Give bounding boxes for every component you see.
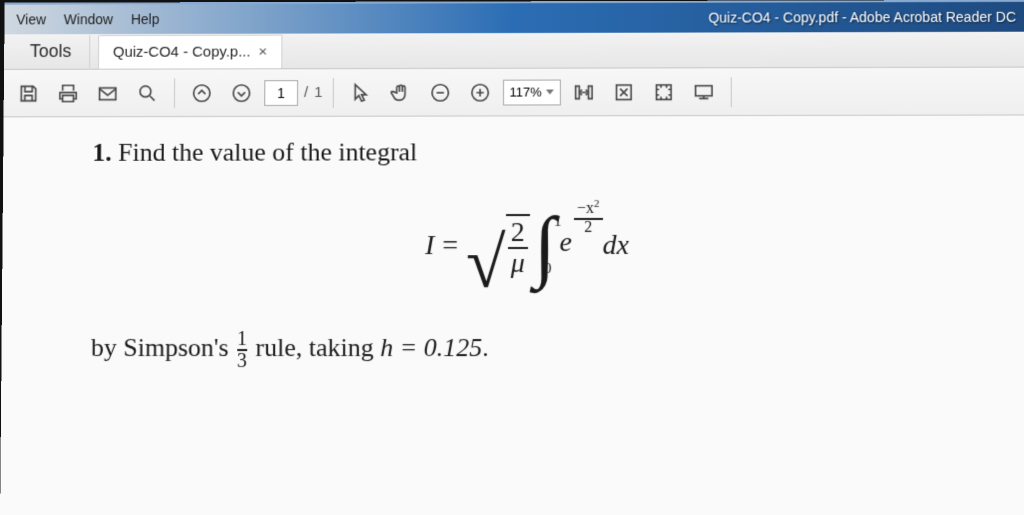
page-number-box: / 1 [264, 80, 322, 106]
page-current-input[interactable] [264, 80, 298, 106]
menu-help[interactable]: Help [131, 11, 160, 27]
sqrt-fraction: 2 μ [508, 218, 528, 279]
toolbar: / 1 117% [4, 68, 1024, 118]
separator [332, 78, 333, 108]
zoom-value: 117% [510, 85, 542, 100]
fullscreen-icon[interactable] [647, 75, 681, 109]
question-line: 1. Find the value of the integral [92, 132, 965, 172]
tab-tools[interactable]: Tools [12, 35, 90, 68]
chevron-down-icon [546, 90, 554, 95]
integral-sign: 1 ∫ 0 [534, 216, 556, 276]
page-total: 1 [314, 84, 322, 101]
eq-lhs: I [425, 230, 434, 262]
question-text: Find the value of the integral [118, 137, 417, 166]
question-number: 1. [92, 138, 112, 167]
separator [174, 78, 175, 108]
tab-file[interactable]: Quiz-CO4 - Copy.p... × [98, 34, 282, 68]
exponent-fraction: −x2 2 [574, 199, 603, 237]
email-icon[interactable] [91, 76, 125, 110]
zoom-out-icon[interactable] [423, 75, 457, 109]
title-bar: View Window Help Quiz-CO4 - Copy.pdf - A… [4, 0, 1024, 34]
followup-line: by Simpson's 1 3 rule, taking h = 0.125. [91, 327, 967, 371]
arrow-cursor-icon[interactable] [343, 75, 377, 109]
read-mode-icon[interactable] [686, 75, 720, 109]
fit-page-icon[interactable] [607, 75, 641, 109]
separator [731, 77, 732, 107]
exponential-term: e −x2 2 [560, 227, 603, 265]
window-title: Quiz-CO4 - Copy.pdf - Adobe Acrobat Read… [708, 9, 1024, 26]
search-icon[interactable] [130, 76, 164, 110]
menu-window[interactable]: Window [64, 11, 113, 27]
print-icon[interactable] [51, 76, 85, 110]
tab-file-label: Quiz-CO4 - Copy.p... [113, 43, 251, 60]
tab-row: Tools Quiz-CO4 - Copy.p... × [4, 32, 1024, 70]
sqrt-wrap: √ 2 μ [466, 214, 530, 279]
page-down-icon[interactable] [225, 76, 259, 110]
menu-view[interactable]: View [16, 12, 46, 28]
hand-tool-icon[interactable] [383, 75, 417, 109]
fit-width-icon[interactable] [567, 75, 601, 109]
zoom-in-icon[interactable] [463, 75, 497, 109]
tab-close-icon[interactable]: × [258, 43, 267, 60]
integral-equation: I = √ 2 μ 1 ∫ 0 e [91, 191, 966, 302]
dx-term: dx [603, 230, 630, 262]
save-icon[interactable] [12, 76, 46, 110]
eq-equals: = [442, 230, 458, 262]
page-up-icon[interactable] [185, 76, 219, 110]
document-area[interactable]: 1. Find the value of the integral I = √ … [0, 115, 1024, 515]
sqrt-icon: √ [466, 242, 506, 285]
one-third-fraction: 1 3 [237, 329, 247, 371]
zoom-select[interactable]: 117% [503, 79, 561, 105]
page-sep: / [304, 84, 308, 101]
